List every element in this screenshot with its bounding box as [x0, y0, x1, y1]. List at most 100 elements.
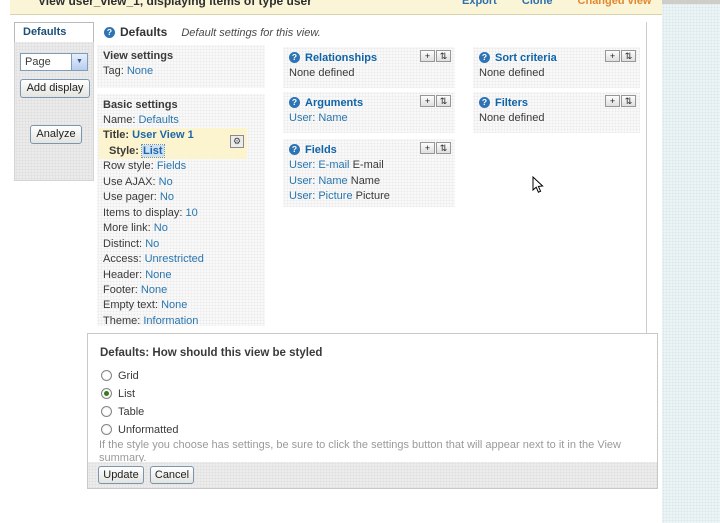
row-style-link[interactable]: Fields — [157, 160, 186, 172]
style-option-unformatted[interactable]: Unformatted — [101, 424, 179, 437]
add-icon[interactable]: + — [420, 95, 435, 107]
field-item: User: Picture Picture — [289, 189, 449, 204]
tag-row: Tag: None — [103, 64, 259, 79]
view-settings-title: View settings — [103, 49, 259, 64]
update-button[interactable]: Update — [98, 466, 144, 484]
relationships-empty-text: None defined — [289, 67, 354, 79]
clone-link[interactable]: Clone — [522, 0, 553, 7]
editor-right-border — [646, 22, 647, 333]
use-ajax-link[interactable]: No — [159, 176, 173, 188]
cancel-button[interactable]: Cancel — [150, 466, 194, 484]
radio-selected-icon[interactable] — [101, 388, 112, 399]
sort-criteria-empty-text: None defined — [479, 67, 544, 79]
view-settings-panel: View settings Tag: None — [97, 45, 265, 88]
setting-row: Title: User View 1 — [103, 128, 259, 143]
display-type-value: Page — [25, 56, 51, 68]
help-icon[interactable]: ? — [289, 97, 300, 108]
setting-row: Theme: Information — [103, 314, 259, 329]
rearrange-icon[interactable]: ⇅ — [436, 95, 451, 107]
field-item: User: Name Name — [289, 174, 449, 189]
argument-link[interactable]: User: Name — [289, 112, 348, 124]
setting-row: Row style: Fields — [103, 159, 259, 174]
rearrange-icon[interactable]: ⇅ — [436, 50, 451, 62]
add-display-button[interactable]: Add display — [20, 79, 90, 98]
rearrange-icon[interactable]: ⇅ — [621, 95, 636, 107]
chevron-down-icon[interactable]: ▼ — [71, 54, 87, 70]
field-link[interactable]: User: E-mail — [289, 159, 350, 171]
display-type-select[interactable]: Page ▼ — [20, 53, 88, 71]
display-header-title: Defaults — [120, 25, 167, 39]
style-option-list[interactable]: List — [101, 388, 135, 401]
display-header-subtitle: Default settings for this view. — [181, 27, 320, 39]
setting-row: Header: None — [103, 268, 259, 283]
radio-icon[interactable] — [101, 406, 112, 417]
radio-icon[interactable] — [101, 370, 112, 381]
footer-link[interactable]: None — [141, 284, 167, 296]
form-button-strip: Update Cancel — [88, 462, 657, 488]
sort-criteria-panel: ? Sort criteria +⇅ None defined — [473, 47, 640, 88]
setting-row: Use AJAX: No — [103, 175, 259, 190]
setting-row: More link: No — [103, 221, 259, 236]
rearrange-icon[interactable]: ⇅ — [436, 142, 451, 154]
argument-item: User: Name — [289, 111, 449, 126]
relationships-title-link[interactable]: Relationships — [305, 52, 377, 64]
help-icon[interactable]: ? — [104, 27, 115, 38]
fields-title-link[interactable]: Fields — [305, 144, 337, 156]
views-edit-page: View user_view_1, displaying items of ty… — [0, 0, 720, 523]
add-icon[interactable]: + — [420, 50, 435, 62]
theme-link[interactable]: Information — [143, 315, 198, 327]
setting-row: Name: Defaults — [103, 113, 259, 128]
filters-empty-text: None defined — [479, 112, 544, 124]
style-link[interactable]: List — [142, 145, 164, 157]
setting-row: Access: Unrestricted — [103, 252, 259, 267]
distinct-link[interactable]: No — [145, 238, 159, 250]
setting-row: Footer: None — [103, 283, 259, 298]
field-link[interactable]: User: Picture — [289, 190, 353, 202]
view-title: View user_view_1, displaying items of ty… — [38, 0, 312, 8]
setting-row: Distinct: No — [103, 237, 259, 252]
field-link[interactable]: User: Name — [289, 175, 348, 187]
name-link[interactable]: Defaults — [138, 114, 178, 126]
add-icon[interactable]: + — [420, 142, 435, 154]
arguments-panel: ? Arguments +⇅ User: Name — [283, 92, 455, 133]
arguments-title-link[interactable]: Arguments — [305, 97, 363, 109]
help-icon[interactable]: ? — [479, 52, 490, 63]
display-tab-defaults[interactable]: Defaults — [14, 22, 94, 43]
help-icon[interactable]: ? — [479, 97, 490, 108]
more-link-link[interactable]: No — [154, 222, 168, 234]
radio-icon[interactable] — [101, 424, 112, 435]
style-form-title: Defaults: How should this view be styled — [100, 347, 322, 359]
basic-settings-panel: ⚙ Basic settings Name: Defaults Title: U… — [97, 94, 265, 326]
add-icon[interactable]: + — [605, 50, 620, 62]
relationships-panel: ? Relationships +⇅ None defined — [283, 47, 455, 88]
filters-title-link[interactable]: Filters — [495, 97, 528, 109]
style-option-grid[interactable]: Grid — [101, 370, 139, 383]
analyze-button[interactable]: Analyze — [30, 125, 82, 144]
view-action-links: Export Clone Changed view — [462, 0, 662, 7]
basic-settings-title: Basic settings — [103, 98, 259, 113]
display-controls-sidebar: Page ▼ Add display Analyze — [14, 42, 94, 181]
add-icon[interactable]: + — [605, 95, 620, 107]
field-item: User: E-mail E-mail — [289, 158, 449, 173]
items-to-display-link[interactable]: 10 — [186, 207, 198, 219]
setting-row: Use pager: No — [103, 190, 259, 205]
tag-value-link[interactable]: None — [127, 65, 153, 77]
use-pager-link[interactable]: No — [160, 191, 174, 203]
setting-row: Items to display: 10 — [103, 206, 259, 221]
rearrange-icon[interactable]: ⇅ — [621, 50, 636, 62]
sort-criteria-title-link[interactable]: Sort criteria — [495, 52, 557, 64]
changed-view-bar: View user_view_1, displaying items of ty… — [10, 0, 662, 15]
help-icon[interactable]: ? — [289, 144, 300, 155]
export-link[interactable]: Export — [462, 0, 497, 7]
display-header: ? Defaults Default settings for this view. — [104, 25, 321, 39]
style-option-table[interactable]: Table — [101, 406, 144, 419]
page-background-strip — [662, 0, 720, 523]
empty-text-link[interactable]: None — [161, 299, 187, 311]
mouse-cursor-icon — [532, 176, 544, 197]
help-icon[interactable]: ? — [289, 52, 300, 63]
header-link[interactable]: None — [145, 269, 171, 281]
setting-row: Empty text: None — [103, 298, 259, 313]
changed-view-badge: Changed view — [578, 0, 652, 7]
title-link[interactable]: User View 1 — [132, 129, 194, 141]
access-link[interactable]: Unrestricted — [145, 253, 204, 265]
